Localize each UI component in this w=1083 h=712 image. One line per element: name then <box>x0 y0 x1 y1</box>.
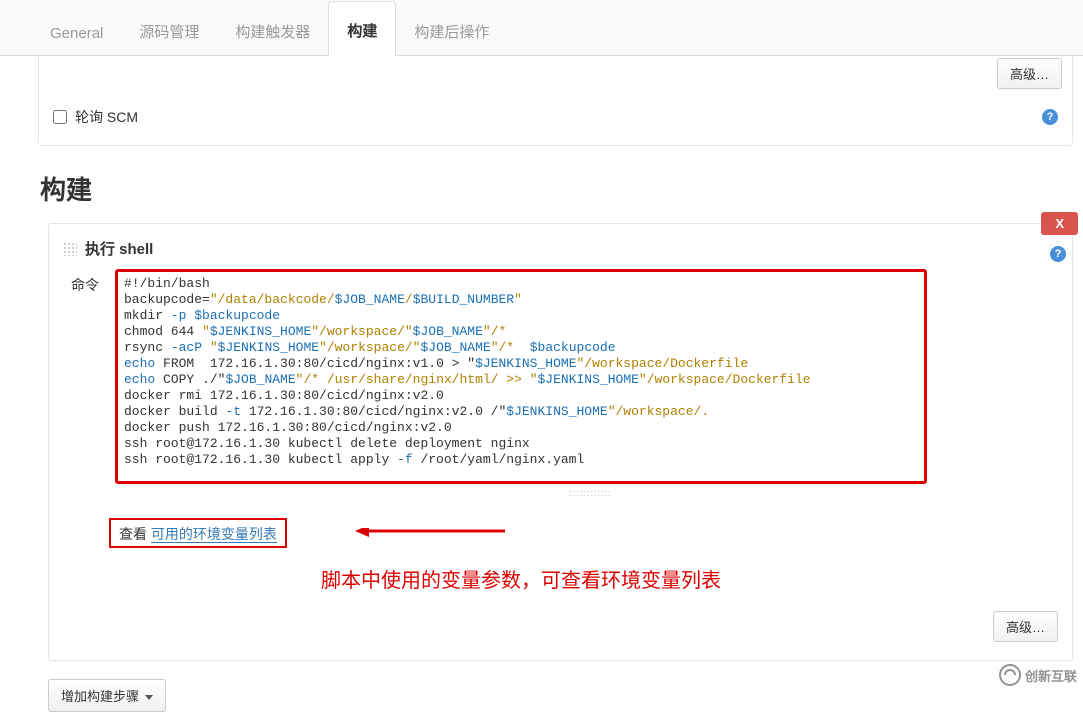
build-step-title: 执行 shell <box>85 238 153 259</box>
tab-triggers[interactable]: 构建触发器 <box>217 3 328 56</box>
poll-scm-label: 轮询 SCM <box>75 107 138 127</box>
triggers-advanced-button[interactable]: 高级… <box>997 58 1062 89</box>
env-vars-link[interactable]: 可用的环境变量列表 <box>151 526 277 543</box>
drag-handle-icon[interactable] <box>63 242 77 256</box>
textarea-resize-grip[interactable]: :::::::::::: <box>109 488 1072 498</box>
tab-scm[interactable]: 源码管理 <box>121 3 217 56</box>
help-icon[interactable]: ? <box>1042 109 1058 125</box>
build-step-panel: X ? 执行 shell 命令 #!/bin/bash backupcode="… <box>48 223 1073 661</box>
watermark-logo-icon <box>999 664 1021 686</box>
tab-postbuild[interactable]: 构建后操作 <box>396 3 507 56</box>
watermark: 创新互联 <box>999 664 1077 686</box>
triggers-panel: 高级… 轮询 SCM ? <box>38 56 1073 146</box>
view-label: 查看 <box>119 526 151 542</box>
tab-general[interactable]: General <box>32 7 121 56</box>
poll-scm-checkbox[interactable] <box>53 110 67 124</box>
annotation-note: 脚本中使用的变量参数，可查看环境变量列表 <box>321 564 1072 593</box>
annotation-arrow-icon <box>355 528 505 544</box>
chevron-down-icon <box>145 695 153 700</box>
config-tabs: General 源码管理 构建触发器 构建 构建后操作 <box>0 0 1083 56</box>
section-title-build: 构建 <box>40 170 1073 207</box>
shell-command-textarea[interactable]: #!/bin/bash backupcode="/data/backcode/$… <box>115 269 927 484</box>
tab-build[interactable]: 构建 <box>328 1 396 56</box>
command-label: 命令 <box>71 269 105 295</box>
build-step-advanced-button[interactable]: 高级… <box>993 611 1058 642</box>
add-build-step-button[interactable]: 增加构建步骤 <box>48 679 166 712</box>
env-vars-hint-row: 查看 可用的环境变量列表 <box>109 518 1072 548</box>
